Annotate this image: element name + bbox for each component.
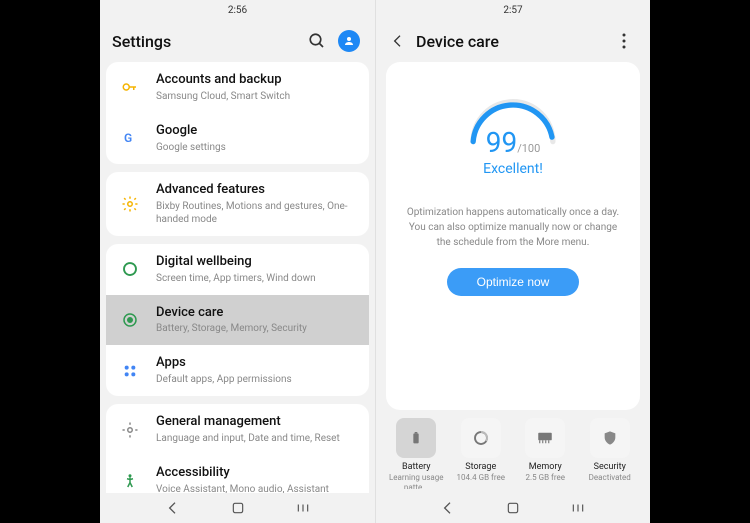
gear-adv-icon <box>118 192 142 216</box>
page-title: Settings <box>112 32 299 51</box>
tile-security[interactable]: Security Deactivated <box>580 418 641 489</box>
nav-recent[interactable] <box>563 498 593 518</box>
navbar <box>376 493 650 523</box>
optimize-button[interactable]: Optimize now <box>447 268 580 296</box>
description: Optimization happens automatically once … <box>398 205 628 250</box>
settings-row-digital-wellbeing[interactable]: Digital wellbeing Screen time, App timer… <box>106 244 369 295</box>
gauge-icon <box>458 84 568 146</box>
row-sub: Samsung Cloud, Smart Switch <box>156 90 357 103</box>
tile-sub: 104.4 GB free <box>451 473 512 489</box>
score-card: 99/100 Excellent! Optimization happens a… <box>386 62 640 410</box>
device-care-screen: 2:57 Device care 99/100 Excellent! Optim… <box>375 0 650 523</box>
tile-sub: Learning usage patte... <box>386 473 447 489</box>
settings-list[interactable]: Accounts and backup Samsung Cloud, Smart… <box>100 62 375 493</box>
row-sub: Default apps, App permissions <box>156 373 357 386</box>
score-label: Excellent! <box>483 161 543 177</box>
device-care-icon <box>118 308 142 332</box>
nav-home[interactable] <box>498 498 528 518</box>
tile-title: Memory <box>515 462 576 472</box>
tile-title: Storage <box>451 462 512 472</box>
tile-title: Battery <box>386 462 447 472</box>
row-title: Accounts and backup <box>156 72 357 89</box>
apps-icon <box>118 359 142 383</box>
tile-sub: Deactivated <box>580 473 641 489</box>
tile-battery[interactable]: Battery Learning usage patte... <box>386 418 447 489</box>
header: Device care <box>376 20 650 62</box>
settings-row-device-care[interactable]: Device care Battery, Storage, Memory, Se… <box>106 295 369 346</box>
storage-icon <box>461 418 501 458</box>
row-sub: Language and input, Date and time, Reset <box>156 432 357 445</box>
settings-screen: 2:56 Settings Accounts and backup Samsun… <box>100 0 375 523</box>
settings-row-accessibility[interactable]: Accessibility Voice Assistant, Mono audi… <box>106 455 369 493</box>
circle-icon <box>118 257 142 281</box>
settings-row-general-management[interactable]: General management Language and input, D… <box>106 404 369 455</box>
tile-title: Security <box>580 462 641 472</box>
status-bar: 2:57 <box>376 0 650 20</box>
row-title: Accessibility <box>156 465 357 482</box>
more-icon[interactable] <box>610 27 638 55</box>
nav-recent[interactable] <box>288 498 318 518</box>
nav-home[interactable] <box>223 498 253 518</box>
account-avatar[interactable] <box>335 27 363 55</box>
settings-row-advanced-features[interactable]: Advanced features Bixby Routines, Motion… <box>106 172 369 236</box>
nav-back[interactable] <box>433 498 463 518</box>
svg-text:G: G <box>124 131 132 145</box>
settings-icon <box>118 418 142 442</box>
row-sub: Bixby Routines, Motions and gestures, On… <box>156 200 357 226</box>
memory-icon <box>525 418 565 458</box>
header: Settings <box>100 20 375 62</box>
settings-row-accounts-and-backup[interactable]: Accounts and backup Samsung Cloud, Smart… <box>106 62 369 113</box>
row-title: Apps <box>156 355 357 372</box>
row-title: General management <box>156 414 357 431</box>
status-bar: 2:56 <box>100 0 375 20</box>
page-title: Device care <box>416 32 606 51</box>
row-title: Digital wellbeing <box>156 254 357 271</box>
row-sub: Battery, Storage, Memory, Security <box>156 322 357 335</box>
back-icon[interactable] <box>384 27 412 55</box>
tile-storage[interactable]: Storage 104.4 GB free <box>451 418 512 489</box>
row-title: Device care <box>156 305 357 322</box>
accessibility-icon <box>118 469 142 493</box>
row-sub: Voice Assistant, Mono audio, Assistant <box>156 483 357 493</box>
battery-icon <box>396 418 436 458</box>
tile-memory[interactable]: Memory 2.5 GB free <box>515 418 576 489</box>
navbar <box>100 493 375 523</box>
row-sub: Google settings <box>156 141 357 154</box>
row-sub: Screen time, App timers, Wind down <box>156 272 357 285</box>
shield-icon <box>590 418 630 458</box>
tile-sub: 2.5 GB free <box>515 473 576 489</box>
key-icon <box>118 75 142 99</box>
tiles: Battery Learning usage patte... Storage … <box>386 418 640 489</box>
nav-back[interactable] <box>158 498 188 518</box>
search-icon[interactable] <box>303 27 331 55</box>
google-icon: G <box>118 126 142 150</box>
settings-row-google[interactable]: G Google Google settings <box>106 113 369 164</box>
row-title: Advanced features <box>156 182 357 199</box>
device-care-body: 99/100 Excellent! Optimization happens a… <box>376 62 650 493</box>
row-title: Google <box>156 123 357 140</box>
settings-row-apps[interactable]: Apps Default apps, App permissions <box>106 345 369 396</box>
